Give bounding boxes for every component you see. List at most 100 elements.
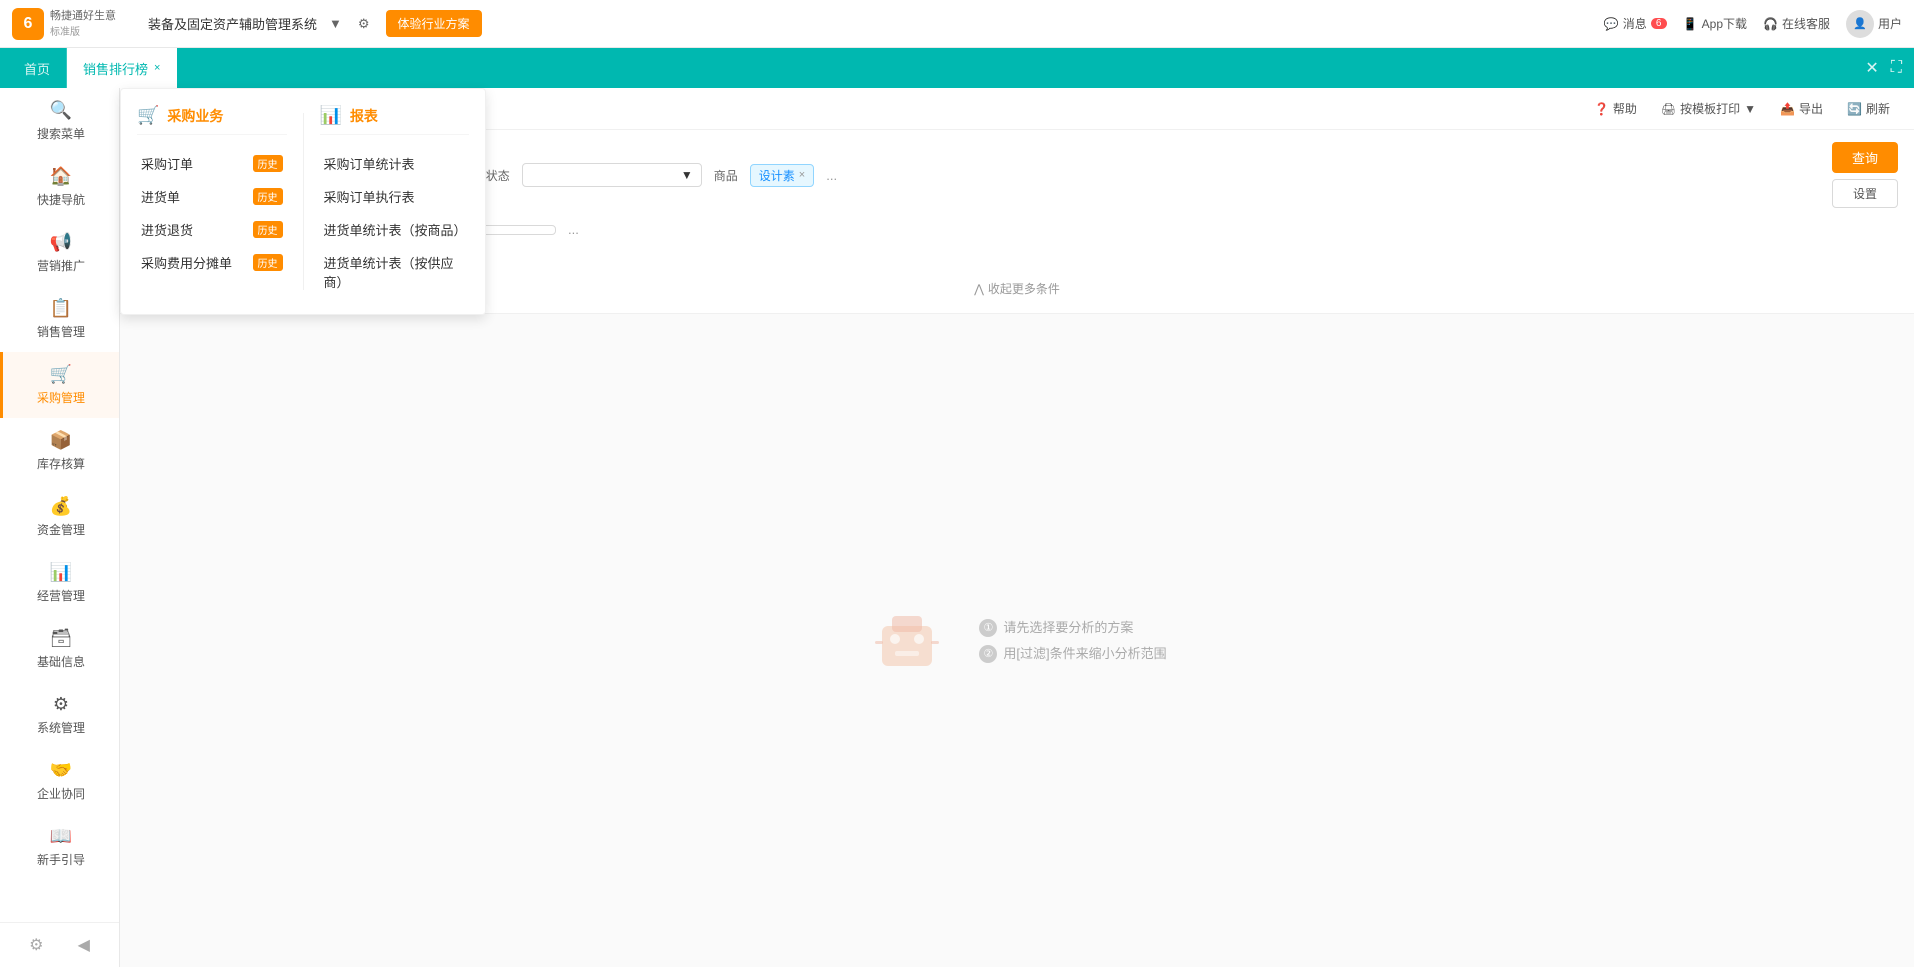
tab-sales-rank[interactable]: 销售排行榜 × xyxy=(67,48,177,88)
menu-item-inbound-stats-goods[interactable]: 进货单统计表（按商品） xyxy=(320,213,470,246)
tab-home[interactable]: 首页 xyxy=(8,48,67,88)
doc-status-chevron: ▼ xyxy=(681,168,693,182)
inventory-icon: 📦 xyxy=(50,430,72,451)
help-icon: ❓ xyxy=(1594,102,1609,116)
avatar: 👤 xyxy=(1846,10,1874,38)
tabbar: 首页 销售排行榜 × ✕ ⛶ xyxy=(0,48,1914,88)
menu-item-purchase-expense[interactable]: 采购费用分摊单 历史 xyxy=(137,246,287,279)
goods-tag-close[interactable]: × xyxy=(799,169,805,181)
settings-icon[interactable]: ⚙ xyxy=(358,16,370,32)
system-icon: ⚙ xyxy=(53,694,69,715)
report-section-title: 📊 报表 xyxy=(320,105,470,135)
app-download-btn[interactable]: 📱 App下载 xyxy=(1683,15,1747,32)
sidebar-collapse-btn[interactable]: ◀ xyxy=(78,935,90,955)
online-service-btn[interactable]: 🎧 在线客服 xyxy=(1763,15,1830,32)
salesman-dots[interactable]: ... xyxy=(568,222,579,237)
empty-illustration xyxy=(867,601,947,681)
query-btn[interactable]: 查询 xyxy=(1832,142,1898,173)
refresh-icon: 🔄 xyxy=(1847,102,1862,116)
content-area: ① 请先选择要分析的方案 ② 用[过滤]条件来缩小分析范围 xyxy=(120,314,1914,967)
sidebar: 🔍 搜索菜单 🏠 快捷导航 📢 营销推广 📋 销售管理 🛒 采购管理 📦 库存核… xyxy=(0,88,120,967)
sidebar-item-finance[interactable]: 💰 资金管理 xyxy=(0,484,119,550)
goods-label: 商品 xyxy=(714,167,738,184)
finance-icon: 💰 xyxy=(50,496,72,517)
menu-item-purchase-order-stats[interactable]: 采购订单统计表 xyxy=(320,147,470,180)
purchase-dropdown-menu: 🛒 采购业务 采购订单 历史 进货单 历史 进货退货 历史 采购费用分摊单 历史… xyxy=(120,88,486,315)
search-icon: 🔍 xyxy=(50,100,72,121)
menu-item-inbound-stats-supplier[interactable]: 进货单统计表（按供应商） xyxy=(320,246,470,298)
message-icon: 💬 xyxy=(1604,17,1619,31)
doc-status-select[interactable]: ▼ xyxy=(522,163,702,187)
empty-tip-1: ① 请先选择要分析的方案 xyxy=(979,615,1166,641)
home-icon: 🏠 xyxy=(50,166,72,187)
user-btn[interactable]: 👤 用户 xyxy=(1846,10,1902,38)
system-title: 装备及固定资产辅助管理系统 xyxy=(148,14,317,33)
report-col: 📊 报表 采购订单统计表 采购订单执行表 进货单统计表（按商品） 进货单统计表（… xyxy=(304,105,486,298)
print-icon: 🖨 xyxy=(1661,102,1676,116)
goods-more-dots[interactable]: ... xyxy=(826,168,837,183)
empty-state: ① 请先选择要分析的方案 ② 用[过滤]条件来缩小分析范围 xyxy=(867,601,1166,681)
sidebar-bottom: ⚙ ◀ xyxy=(0,922,119,967)
industry-btn[interactable]: 体验行业方案 xyxy=(386,10,482,37)
logo-icon: 6 xyxy=(12,8,44,40)
logo-area: 6 畅捷通好生意 标准版 xyxy=(12,8,132,40)
purchase-business-col: 🛒 采购业务 采购订单 历史 进货单 历史 进货退货 历史 采购费用分摊单 历史 xyxy=(121,105,303,298)
empty-tips: ① 请先选择要分析的方案 ② 用[过滤]条件来缩小分析范围 xyxy=(979,615,1166,667)
sidebar-item-system[interactable]: ⚙ 系统管理 xyxy=(0,682,119,748)
tip-2-num: ② xyxy=(979,645,997,663)
menu-item-inbound[interactable]: 进货单 历史 xyxy=(137,180,287,213)
purchase-icon: 🛒 xyxy=(50,364,72,385)
refresh-btn[interactable]: 🔄 刷新 xyxy=(1839,96,1898,121)
sidebar-item-inventory[interactable]: 📦 库存核算 xyxy=(0,418,119,484)
sidebar-item-search[interactable]: 🔍 搜索菜单 xyxy=(0,88,119,154)
tab-close-icon[interactable]: × xyxy=(154,62,160,74)
set-btn[interactable]: 设置 xyxy=(1832,179,1898,208)
sidebar-item-marketing[interactable]: 📢 营销推广 xyxy=(0,220,119,286)
system-dropdown-icon[interactable]: ▼ xyxy=(329,16,342,31)
sidebar-item-quick-nav[interactable]: 🏠 快捷导航 xyxy=(0,154,119,220)
report-section-icon: 📊 xyxy=(320,105,342,126)
inbound-return-badge: 历史 xyxy=(253,221,283,238)
tab-close-btn[interactable]: ✕ xyxy=(1861,54,1882,82)
sidebar-item-guide[interactable]: 📖 新手引导 xyxy=(0,814,119,880)
print-dropdown-icon: ▼ xyxy=(1744,102,1756,116)
toolbar-group-right: ❓ 帮助 🖨 按模板打印 ▼ 📤 导出 🔄 刷新 xyxy=(1586,96,1898,121)
messages-btn[interactable]: 💬 消息 6 xyxy=(1604,15,1667,32)
sidebar-settings-btn[interactable]: ⚙ xyxy=(29,935,43,955)
collapse-icon: ⋀ xyxy=(974,282,984,296)
marketing-icon: 📢 xyxy=(50,232,72,253)
print-template-btn[interactable]: 🖨 按模板打印 ▼ xyxy=(1653,96,1764,121)
purchase-expense-badge: 历史 xyxy=(253,254,283,271)
topbar: 6 畅捷通好生意 标准版 装备及固定资产辅助管理系统 ▼ ⚙ 体验行业方案 💬 … xyxy=(0,0,1914,48)
menu-item-purchase-order-exec[interactable]: 采购订单执行表 xyxy=(320,180,470,213)
goods-tag: 设计素 × xyxy=(750,164,814,187)
sidebar-item-sales[interactable]: 📋 销售管理 xyxy=(0,286,119,352)
sidebar-item-enterprise[interactable]: 🤝 企业协同 xyxy=(0,748,119,814)
logo-text: 畅捷通好生意 xyxy=(50,9,116,23)
help-btn[interactable]: ❓ 帮助 xyxy=(1586,96,1645,121)
messages-badge: 6 xyxy=(1651,18,1667,29)
base-info-icon: 🗃 xyxy=(50,628,73,649)
export-btn[interactable]: 📤 导出 xyxy=(1772,96,1831,121)
btn-group-right: 查询 设置 xyxy=(1832,142,1898,208)
guide-icon: 📖 xyxy=(50,826,72,847)
tip-1-num: ① xyxy=(979,619,997,637)
purchase-section-icon: 🛒 xyxy=(137,105,159,126)
sidebar-item-operations[interactable]: 📊 经营管理 xyxy=(0,550,119,616)
menu-item-purchase-order[interactable]: 采购订单 历史 xyxy=(137,147,287,180)
export-icon: 📤 xyxy=(1780,102,1795,116)
headset-icon: 🎧 xyxy=(1763,17,1778,31)
operations-icon: 📊 xyxy=(50,562,72,583)
menu-item-inbound-return[interactable]: 进货退货 历史 xyxy=(137,213,287,246)
sales-icon: 📋 xyxy=(50,298,72,319)
logo-badge: 标准版 xyxy=(50,23,116,38)
inbound-badge: 历史 xyxy=(253,188,283,205)
purchase-order-badge: 历史 xyxy=(253,155,283,172)
enterprise-icon: 🤝 xyxy=(50,760,72,781)
purchase-section-title: 🛒 采购业务 xyxy=(137,105,287,135)
sidebar-item-purchase[interactable]: 🛒 采购管理 xyxy=(0,352,119,418)
empty-tip-2: ② 用[过滤]条件来缩小分析范围 xyxy=(979,641,1166,667)
tab-fullscreen-btn[interactable]: ⛶ xyxy=(1887,55,1906,81)
phone-icon: 📱 xyxy=(1683,17,1698,31)
sidebar-item-base-info[interactable]: 🗃 基础信息 xyxy=(0,616,119,682)
